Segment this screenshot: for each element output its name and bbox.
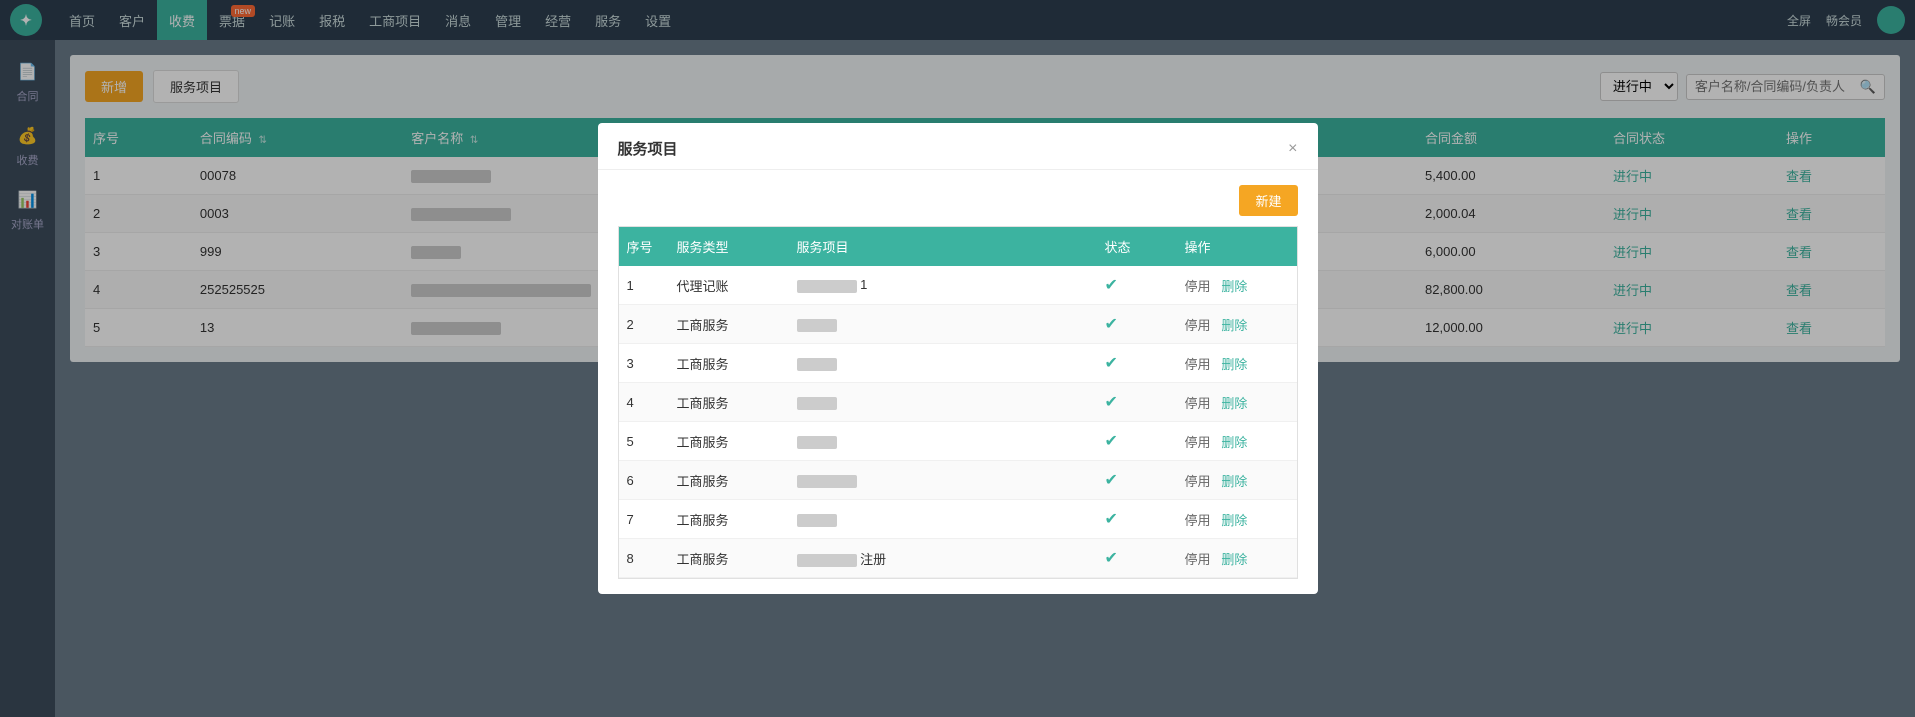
modal-cell-action: 停用 删除 bbox=[1177, 422, 1297, 461]
modal-cell-type: 工商服务 bbox=[669, 500, 789, 539]
modal-cell-status: ✔ bbox=[1097, 422, 1177, 461]
modal-cell-action: 停用 删除 bbox=[1177, 500, 1297, 539]
modal-title: 服务项目 bbox=[618, 138, 678, 159]
stop-button[interactable]: 停用 bbox=[1185, 357, 1211, 372]
modal-cell-action: 停用 删除 bbox=[1177, 539, 1297, 578]
modal-cell-seq: 3 bbox=[619, 344, 669, 383]
modal-cell-item bbox=[789, 383, 1097, 422]
modal-cell-type: 工商服务 bbox=[669, 383, 789, 422]
modal-cell-item: 1 bbox=[789, 266, 1097, 305]
delete-button[interactable]: 删除 bbox=[1221, 318, 1247, 333]
delete-button[interactable]: 删除 bbox=[1221, 513, 1247, 528]
stop-button[interactable]: 停用 bbox=[1185, 513, 1211, 528]
modal-cell-seq: 5 bbox=[619, 422, 669, 461]
modal-overlay[interactable]: 服务项目 × 新建 序号 服务类型 服务项目 状态 操作 bbox=[0, 0, 1915, 717]
modal-cell-type: 代理记账 bbox=[669, 266, 789, 305]
modal-header: 服务项目 × bbox=[598, 123, 1318, 170]
modal-cell-action: 停用 删除 bbox=[1177, 383, 1297, 422]
modal-cell-item bbox=[789, 305, 1097, 344]
modal-col-type: 服务类型 bbox=[669, 227, 789, 266]
modal-cell-status: ✔ bbox=[1097, 266, 1177, 305]
modal-cell-status: ✔ bbox=[1097, 539, 1177, 578]
list-item: 8 工商服务 注册 ✔ 停用 删除 bbox=[619, 539, 1297, 578]
delete-button[interactable]: 删除 bbox=[1221, 474, 1247, 489]
modal-cell-action: 停用 删除 bbox=[1177, 461, 1297, 500]
modal-col-seq: 序号 bbox=[619, 227, 669, 266]
stop-button[interactable]: 停用 bbox=[1185, 396, 1211, 411]
modal-toolbar: 新建 bbox=[618, 185, 1298, 216]
list-item: 6 工商服务 ✔ 停用 删除 bbox=[619, 461, 1297, 500]
modal-cell-item: 注册 bbox=[789, 539, 1097, 578]
stop-button[interactable]: 停用 bbox=[1185, 552, 1211, 567]
modal-close-button[interactable]: × bbox=[1288, 140, 1297, 158]
list-item: 2 工商服务 ✔ 停用 删除 bbox=[619, 305, 1297, 344]
stop-button[interactable]: 停用 bbox=[1185, 318, 1211, 333]
delete-button[interactable]: 删除 bbox=[1221, 357, 1247, 372]
service-modal: 服务项目 × 新建 序号 服务类型 服务项目 状态 操作 bbox=[598, 123, 1318, 594]
modal-cell-type: 工商服务 bbox=[669, 461, 789, 500]
modal-cell-item bbox=[789, 461, 1097, 500]
list-item: 1 代理记账 1 ✔ 停用 删除 bbox=[619, 266, 1297, 305]
modal-cell-status: ✔ bbox=[1097, 500, 1177, 539]
modal-cell-seq: 1 bbox=[619, 266, 669, 305]
modal-cell-seq: 7 bbox=[619, 500, 669, 539]
modal-cell-action: 停用 删除 bbox=[1177, 266, 1297, 305]
modal-col-action: 操作 bbox=[1177, 227, 1297, 266]
delete-button[interactable]: 删除 bbox=[1221, 552, 1247, 567]
modal-cell-type: 工商服务 bbox=[669, 422, 789, 461]
modal-cell-type: 工商服务 bbox=[669, 305, 789, 344]
delete-button[interactable]: 删除 bbox=[1221, 435, 1247, 450]
stop-button[interactable]: 停用 bbox=[1185, 279, 1211, 294]
list-item: 7 工商服务 ✔ 停用 删除 bbox=[619, 500, 1297, 539]
stop-button[interactable]: 停用 bbox=[1185, 474, 1211, 489]
modal-table-wrap[interactable]: 序号 服务类型 服务项目 状态 操作 1 代理记账 1 ✔ 停用 删除 2 工 bbox=[618, 226, 1298, 579]
modal-cell-status: ✔ bbox=[1097, 305, 1177, 344]
modal-col-status: 状态 bbox=[1097, 227, 1177, 266]
modal-col-item: 服务项目 bbox=[789, 227, 1097, 266]
modal-new-button[interactable]: 新建 bbox=[1239, 185, 1297, 216]
list-item: 4 工商服务 ✔ 停用 删除 bbox=[619, 383, 1297, 422]
modal-cell-item bbox=[789, 500, 1097, 539]
modal-cell-status: ✔ bbox=[1097, 461, 1177, 500]
modal-cell-status: ✔ bbox=[1097, 344, 1177, 383]
modal-cell-item bbox=[789, 422, 1097, 461]
modal-table: 序号 服务类型 服务项目 状态 操作 1 代理记账 1 ✔ 停用 删除 2 工 bbox=[619, 227, 1297, 578]
modal-cell-seq: 6 bbox=[619, 461, 669, 500]
list-item: 5 工商服务 ✔ 停用 删除 bbox=[619, 422, 1297, 461]
delete-button[interactable]: 删除 bbox=[1221, 396, 1247, 411]
modal-cell-action: 停用 删除 bbox=[1177, 344, 1297, 383]
modal-cell-status: ✔ bbox=[1097, 383, 1177, 422]
modal-cell-seq: 4 bbox=[619, 383, 669, 422]
modal-cell-seq: 8 bbox=[619, 539, 669, 578]
modal-cell-action: 停用 删除 bbox=[1177, 305, 1297, 344]
delete-button[interactable]: 删除 bbox=[1221, 279, 1247, 294]
modal-cell-type: 工商服务 bbox=[669, 344, 789, 383]
modal-cell-seq: 2 bbox=[619, 305, 669, 344]
stop-button[interactable]: 停用 bbox=[1185, 435, 1211, 450]
list-item: 3 工商服务 ✔ 停用 删除 bbox=[619, 344, 1297, 383]
modal-cell-type: 工商服务 bbox=[669, 539, 789, 578]
modal-body: 新建 序号 服务类型 服务项目 状态 操作 1 代理记账 bbox=[598, 170, 1318, 594]
modal-cell-item bbox=[789, 344, 1097, 383]
